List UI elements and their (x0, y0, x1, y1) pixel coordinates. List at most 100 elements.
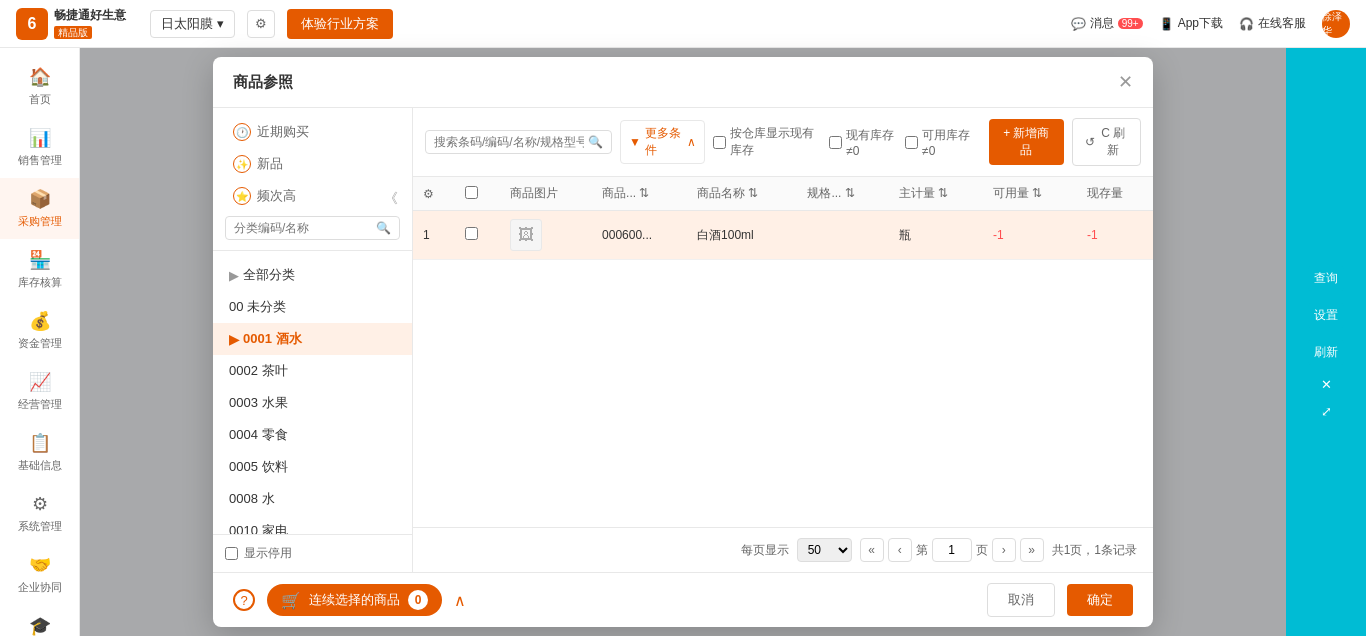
sidebar-item-inventory[interactable]: 🏪 库存核算 (0, 239, 79, 300)
search-icon: 🔍 (376, 221, 391, 235)
row-checkbox[interactable] (465, 227, 478, 240)
cart-text: 连续选择的商品 (309, 591, 400, 609)
category-search[interactable]: 🔍 (225, 216, 400, 240)
cat-item-water[interactable]: 0008 水 (213, 483, 412, 515)
quick-item-frequent[interactable]: ⭐ 频次高 (225, 182, 317, 210)
gear-icon: ⚙ (255, 16, 267, 31)
trial-btn[interactable]: 体验行业方案 (287, 9, 393, 39)
expand-icon[interactable]: ⤢ (1321, 404, 1332, 419)
cat-item-tea[interactable]: 0002 茶叶 (213, 355, 412, 387)
category-list: ▶ 全部分类 00 未分类 ▶ 0001 酒水 0002 茶 (213, 251, 412, 534)
sidebar-item-sales[interactable]: 📊 销售管理 (0, 117, 79, 178)
usable-checkbox[interactable] (905, 136, 918, 149)
nav-dropdown[interactable]: 日太阳膜 ▾ (150, 10, 235, 38)
sidebar-item-enterprise[interactable]: 🤝 企业协同 (0, 544, 79, 605)
quick-item-new[interactable]: ✨ 新品 (225, 150, 317, 178)
app-download-btn[interactable]: 📱 App下载 (1159, 15, 1223, 32)
dialog-title: 商品参照 (233, 73, 293, 92)
dialog-body: 🕐 近期购买 ✨ 新品 ⭐ 频次高 (213, 108, 1153, 572)
refresh-button[interactable]: 刷新 (1308, 340, 1344, 365)
col-stock[interactable]: 现存量 (1077, 177, 1153, 211)
col-settings[interactable]: ⚙ (413, 177, 455, 211)
dialog-close-button[interactable]: ✕ (1118, 71, 1133, 93)
cart-area[interactable]: 🛒 连续选择的商品 0 (267, 584, 442, 616)
col-check[interactable] (455, 177, 500, 211)
cat-item-fruit[interactable]: 0003 水果 (213, 387, 412, 419)
cat-item-uncategorized[interactable]: 00 未分类 (213, 291, 412, 323)
per-page-select[interactable]: 50 10 20 100 (797, 538, 852, 562)
online-service-btn[interactable]: 🎧 在线客服 (1239, 15, 1306, 32)
table-row[interactable]: 1 🖼 000600... 白酒100ml (413, 211, 1153, 260)
row-img: 🖼 (500, 211, 592, 260)
dialog: 商品参照 ✕ 🕐 近期购买 (213, 57, 1153, 627)
sidebar-item-guide[interactable]: 🎓 新手引导 (0, 605, 79, 636)
col-code[interactable]: 商品... ⇅ (592, 177, 687, 211)
quick-label-new: 新品 (257, 155, 283, 173)
logo-area: 6 畅捷通好生意 精品版 (16, 7, 126, 40)
col-unit[interactable]: 主计量 ⇅ (889, 177, 983, 211)
cat-item-all[interactable]: ▶ 全部分类 (213, 259, 412, 291)
cart-icon: 🛒 (281, 591, 301, 610)
clock-icon: 🕐 (233, 123, 251, 141)
dialog-header: 商品参照 ✕ (213, 57, 1153, 108)
col-spec[interactable]: 规格... ⇅ (797, 177, 888, 211)
cancel-button[interactable]: 取消 (987, 583, 1055, 617)
cat-item-appliance[interactable]: 0010 家电 (213, 515, 412, 534)
nav-gear-button[interactable]: ⚙ (247, 10, 275, 38)
page-number-input[interactable] (932, 538, 972, 562)
next-page-button[interactable]: › (992, 538, 1016, 562)
warehouse-checkbox-label[interactable]: 按仓库显示现有库存 (713, 125, 821, 159)
cat-item-liquor[interactable]: ▶ 0001 酒水 (213, 323, 412, 355)
select-all-checkbox[interactable] (465, 186, 478, 199)
help-button[interactable]: ? (233, 589, 255, 612)
col-usable[interactable]: 可用量 ⇅ (983, 177, 1077, 211)
sidebar-item-purchase[interactable]: 📦 采购管理 (0, 178, 79, 239)
sidebar-item-base[interactable]: 📋 基础信息 (0, 422, 79, 483)
last-page-button[interactable]: » (1020, 538, 1044, 562)
product-search-box[interactable]: 🔍 (425, 130, 612, 154)
main-layout: 🏠 首页 📊 销售管理 📦 采购管理 🏪 库存核算 💰 资金管理 📈 经营管理 … (0, 48, 1366, 636)
existing-checkbox-label[interactable]: 现有库存≠0 (829, 127, 897, 158)
right-panel: 查询 设置 刷新 ✕ ⤢ (1286, 48, 1366, 636)
product-search-input[interactable] (434, 135, 584, 149)
usable-checkbox-label[interactable]: 可用库存≠0 (905, 127, 973, 158)
existing-checkbox[interactable] (829, 136, 842, 149)
warehouse-checkbox[interactable] (713, 136, 726, 149)
confirm-button[interactable]: 确定 (1067, 584, 1133, 616)
footer-collapse-button[interactable]: ∧ (454, 591, 466, 610)
message-icon: 💬 (1071, 17, 1086, 31)
user-menu[interactable]: 徐泽华 (1322, 10, 1350, 38)
close-icon[interactable]: ✕ (1321, 377, 1332, 392)
enterprise-icon: 🤝 (29, 554, 51, 576)
col-name[interactable]: 商品名称 ⇅ (687, 177, 797, 211)
show-disabled-area: 显示停用 (213, 534, 412, 572)
sidebar-item-system[interactable]: ⚙ 系统管理 (0, 483, 79, 544)
prev-page-button[interactable]: ‹ (888, 538, 912, 562)
row-check[interactable] (455, 211, 500, 260)
sidebar-item-operations[interactable]: 📈 经营管理 (0, 361, 79, 422)
collapse-panel-button[interactable]: 《 (382, 188, 400, 210)
system-icon: ⚙ (32, 493, 48, 515)
show-disabled-checkbox[interactable] (225, 547, 238, 560)
category-search-input[interactable] (234, 221, 372, 235)
message-btn[interactable]: 💬 消息 99+ (1071, 15, 1143, 32)
headset-icon: 🎧 (1239, 17, 1254, 31)
filter-button[interactable]: ▼ 更多条件 ∧ (620, 120, 705, 164)
settings-button[interactable]: 设置 (1308, 303, 1344, 328)
first-page-button[interactable]: « (860, 538, 884, 562)
add-product-button[interactable]: + 新增商品 (989, 119, 1064, 165)
sidebar-item-finance[interactable]: 💰 资金管理 (0, 300, 79, 361)
cat-item-beverage[interactable]: 0005 饮料 (213, 451, 412, 483)
sidebar-item-home[interactable]: 🏠 首页 (0, 56, 79, 117)
refresh-button[interactable]: ↺ C 刷新 (1072, 118, 1141, 166)
sidebar: 🏠 首页 📊 销售管理 📦 采购管理 🏪 库存核算 💰 资金管理 📈 经营管理 … (0, 48, 80, 636)
sidebar-label-operations: 经营管理 (18, 397, 62, 412)
logo-badge: 精品版 (54, 26, 92, 39)
query-button[interactable]: 查询 (1308, 266, 1344, 291)
row-spec (797, 211, 888, 260)
row-unit: 瓶 (889, 211, 983, 260)
quick-item-recent[interactable]: 🕐 近期购买 (225, 118, 317, 146)
row-num: 1 (413, 211, 455, 260)
cat-item-snack[interactable]: 0004 零食 (213, 419, 412, 451)
show-disabled-label: 显示停用 (244, 545, 292, 562)
